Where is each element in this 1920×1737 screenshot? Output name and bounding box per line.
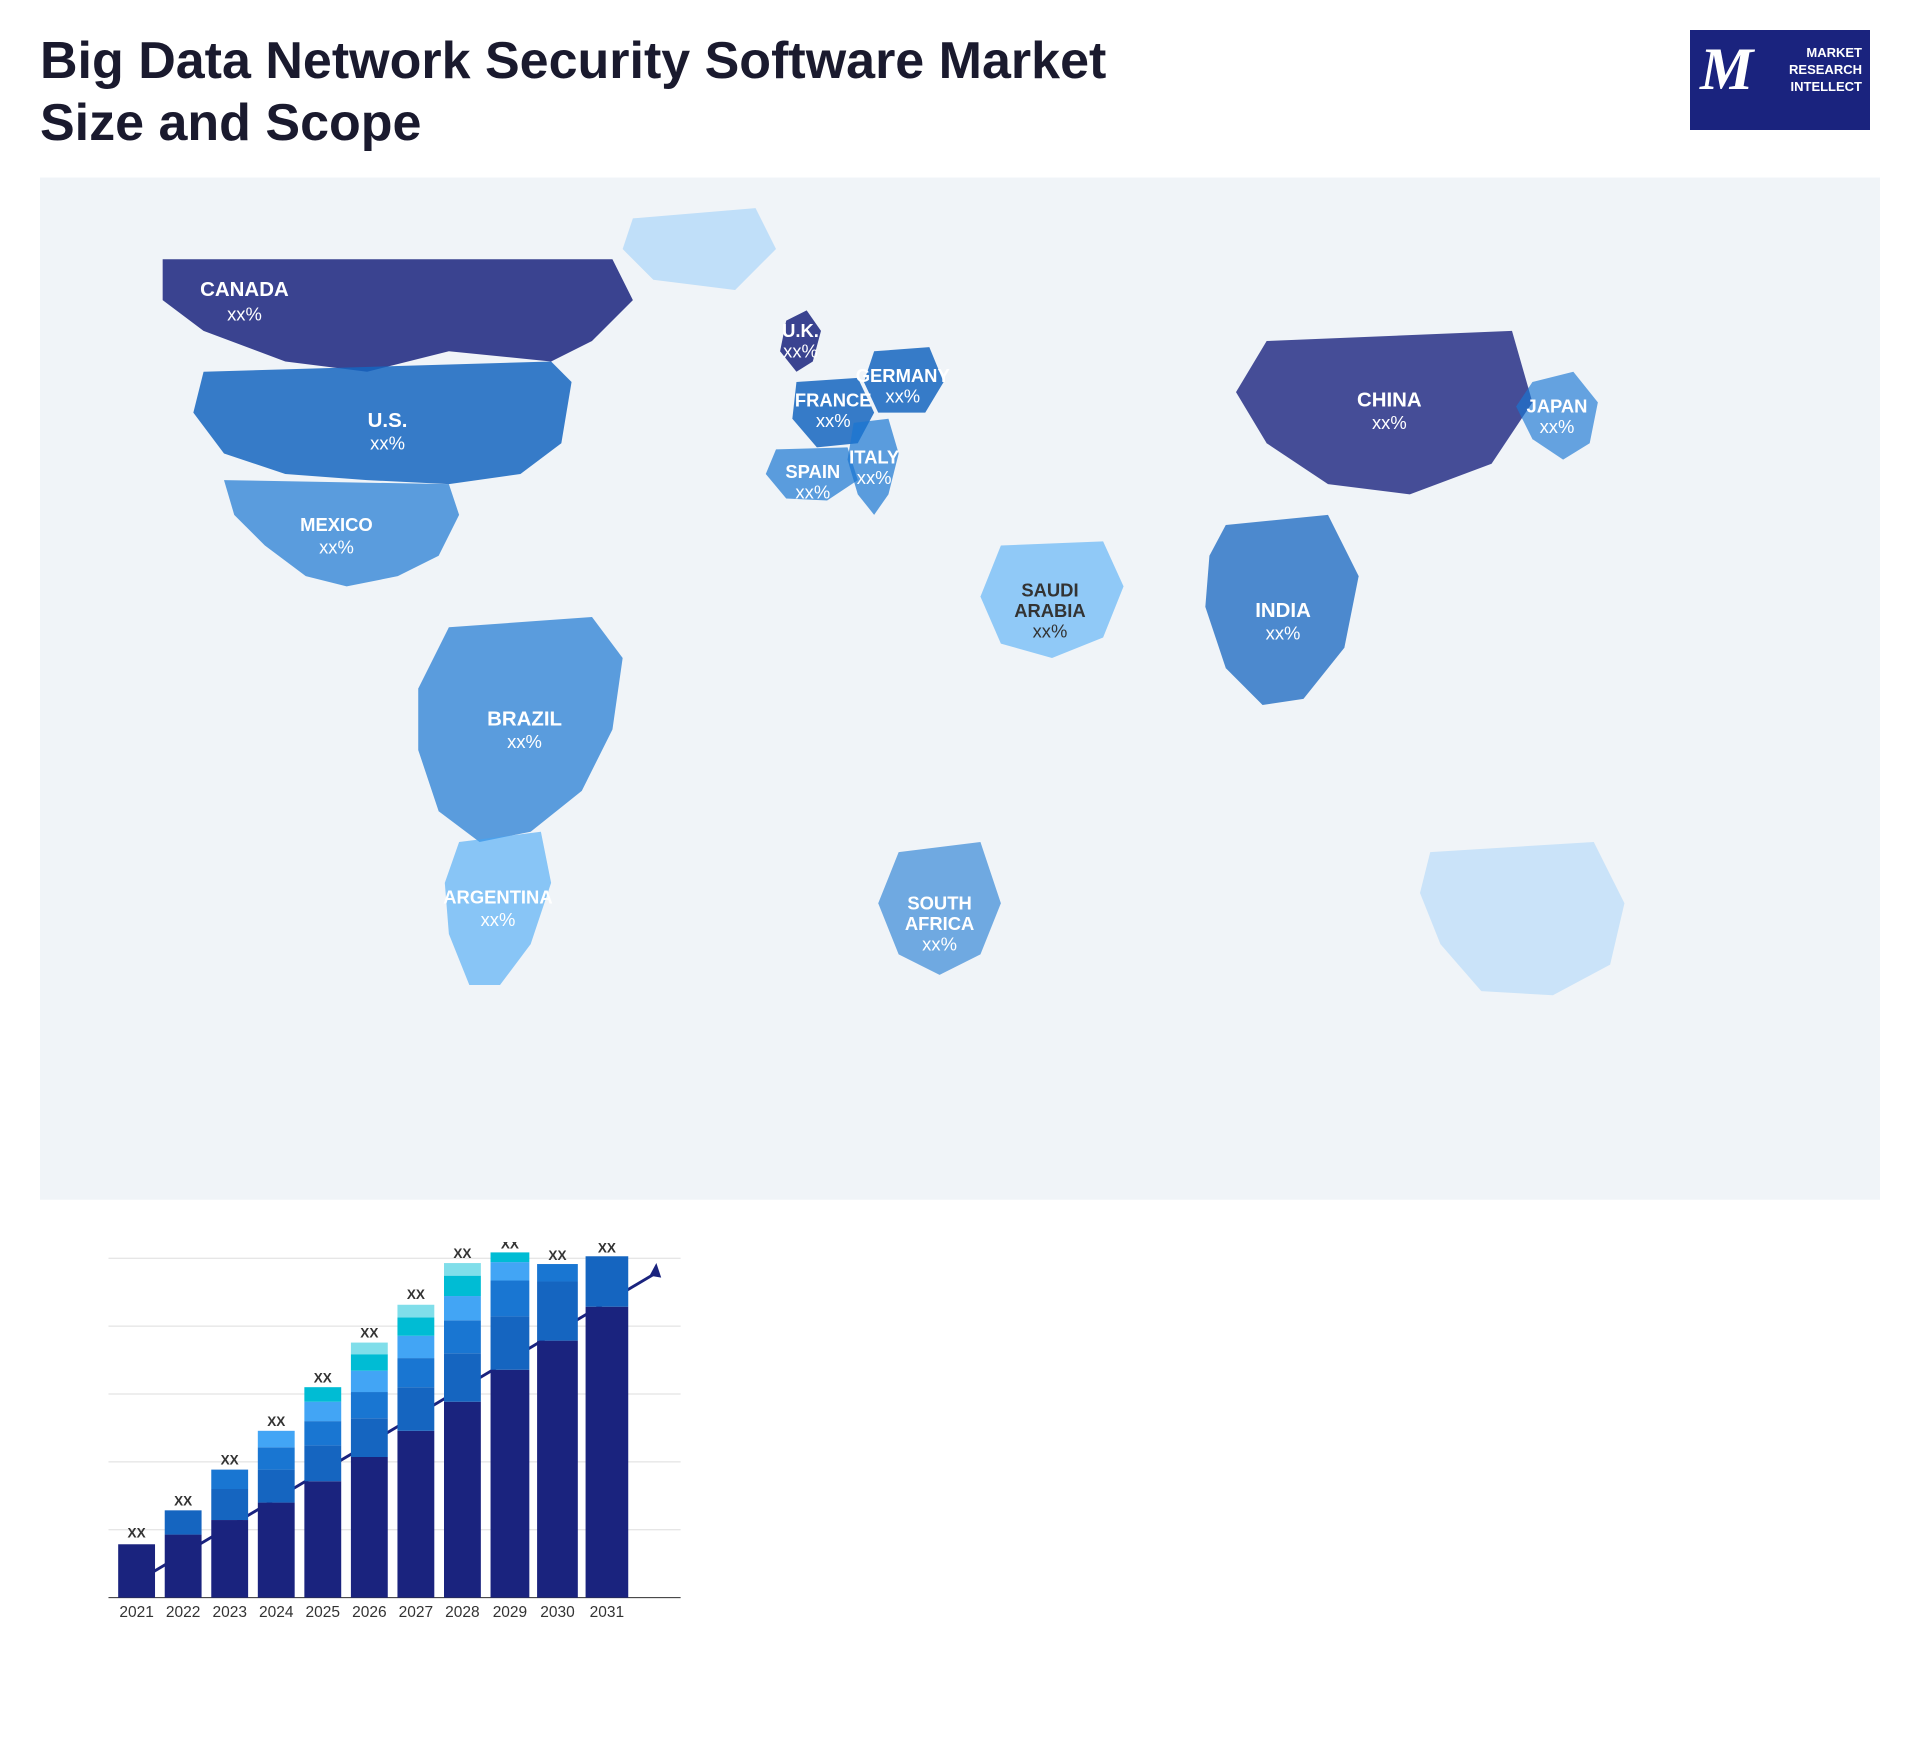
logo-letter: M	[1700, 35, 1753, 104]
svg-text:U.K.: U.K.	[782, 320, 819, 341]
svg-text:XX: XX	[598, 1242, 616, 1255]
svg-text:SAUDI: SAUDI	[1021, 579, 1078, 600]
svg-text:MEXICO: MEXICO	[300, 514, 373, 535]
header: Big Data Network Security Software Marke…	[0, 0, 1920, 165]
svg-text:SOUTH: SOUTH	[907, 892, 971, 913]
svg-text:AFRICA: AFRICA	[905, 913, 974, 934]
svg-text:GERMANY: GERMANY	[856, 365, 950, 386]
svg-text:xx%: xx%	[1540, 416, 1575, 437]
svg-text:xx%: xx%	[1266, 622, 1301, 643]
top-section: CANADA xx% U.S. xx% MEXICO xx% BRAZIL xx…	[0, 175, 1920, 675]
svg-text:ARABIA: ARABIA	[1014, 600, 1086, 621]
svg-text:xx%: xx%	[1372, 412, 1407, 433]
world-map-svg: CANADA xx% U.S. xx% MEXICO xx% BRAZIL xx…	[40, 175, 1880, 1202]
bar-chart-container: XX 2021 XX 2022 XX 2023 XX 2024	[40, 1222, 720, 1737]
svg-text:2026: 2026	[352, 1604, 386, 1621]
svg-text:XX: XX	[314, 1370, 332, 1385]
svg-text:JAPAN: JAPAN	[1526, 395, 1587, 416]
svg-text:CANADA: CANADA	[200, 278, 289, 301]
svg-text:xx%: xx%	[783, 340, 818, 361]
svg-text:2030: 2030	[540, 1604, 575, 1621]
svg-text:2022: 2022	[166, 1604, 200, 1621]
svg-text:xx%: xx%	[795, 481, 830, 502]
svg-text:XX: XX	[501, 1242, 519, 1252]
svg-text:xx%: xx%	[922, 933, 957, 954]
svg-text:XX: XX	[267, 1414, 285, 1429]
page-title: Big Data Network Security Software Marke…	[40, 30, 1140, 155]
svg-text:XX: XX	[221, 1453, 239, 1468]
svg-text:U.S.: U.S.	[368, 409, 408, 432]
svg-text:xx%: xx%	[857, 467, 892, 488]
svg-text:xx%: xx%	[507, 731, 542, 752]
svg-text:XX: XX	[128, 1525, 146, 1540]
svg-text:xx%: xx%	[1033, 620, 1068, 641]
logo-text: MARKETRESEARCHINTELLECT	[1789, 45, 1862, 96]
svg-text:xx%: xx%	[885, 385, 920, 406]
svg-text:2021: 2021	[119, 1604, 153, 1621]
svg-text:XX: XX	[453, 1246, 471, 1261]
svg-text:2024: 2024	[259, 1604, 294, 1621]
svg-text:xx%: xx%	[370, 432, 405, 453]
bar-chart-svg: XX 2021 XX 2022 XX 2023 XX 2024	[60, 1242, 700, 1672]
svg-text:ITALY: ITALY	[849, 447, 899, 468]
logo-area: M MARKETRESEARCHINTELLECT	[1680, 30, 1880, 130]
svg-text:XX: XX	[360, 1326, 378, 1341]
svg-text:XX: XX	[174, 1493, 192, 1508]
svg-text:BRAZIL: BRAZIL	[487, 707, 562, 730]
svg-text:2028: 2028	[445, 1604, 479, 1621]
svg-text:XX: XX	[548, 1248, 566, 1263]
svg-text:xx%: xx%	[227, 303, 262, 324]
svg-text:CHINA: CHINA	[1357, 388, 1422, 411]
svg-text:ARGENTINA: ARGENTINA	[443, 886, 552, 907]
svg-text:xx%: xx%	[816, 410, 851, 431]
svg-text:SPAIN: SPAIN	[785, 461, 840, 482]
svg-text:2027: 2027	[399, 1604, 433, 1621]
svg-text:FRANCE: FRANCE	[795, 389, 872, 410]
svg-text:2025: 2025	[306, 1604, 340, 1621]
svg-text:xx%: xx%	[481, 909, 516, 930]
svg-text:xx%: xx%	[319, 536, 354, 557]
svg-text:2029: 2029	[493, 1604, 527, 1621]
svg-text:2031: 2031	[590, 1604, 624, 1621]
svg-text:XX: XX	[407, 1287, 425, 1302]
svg-text:2023: 2023	[212, 1604, 246, 1621]
logo-box: M MARKETRESEARCHINTELLECT	[1690, 30, 1870, 130]
world-map-container: CANADA xx% U.S. xx% MEXICO xx% BRAZIL xx…	[40, 175, 1880, 1202]
svg-text:INDIA: INDIA	[1255, 599, 1311, 622]
